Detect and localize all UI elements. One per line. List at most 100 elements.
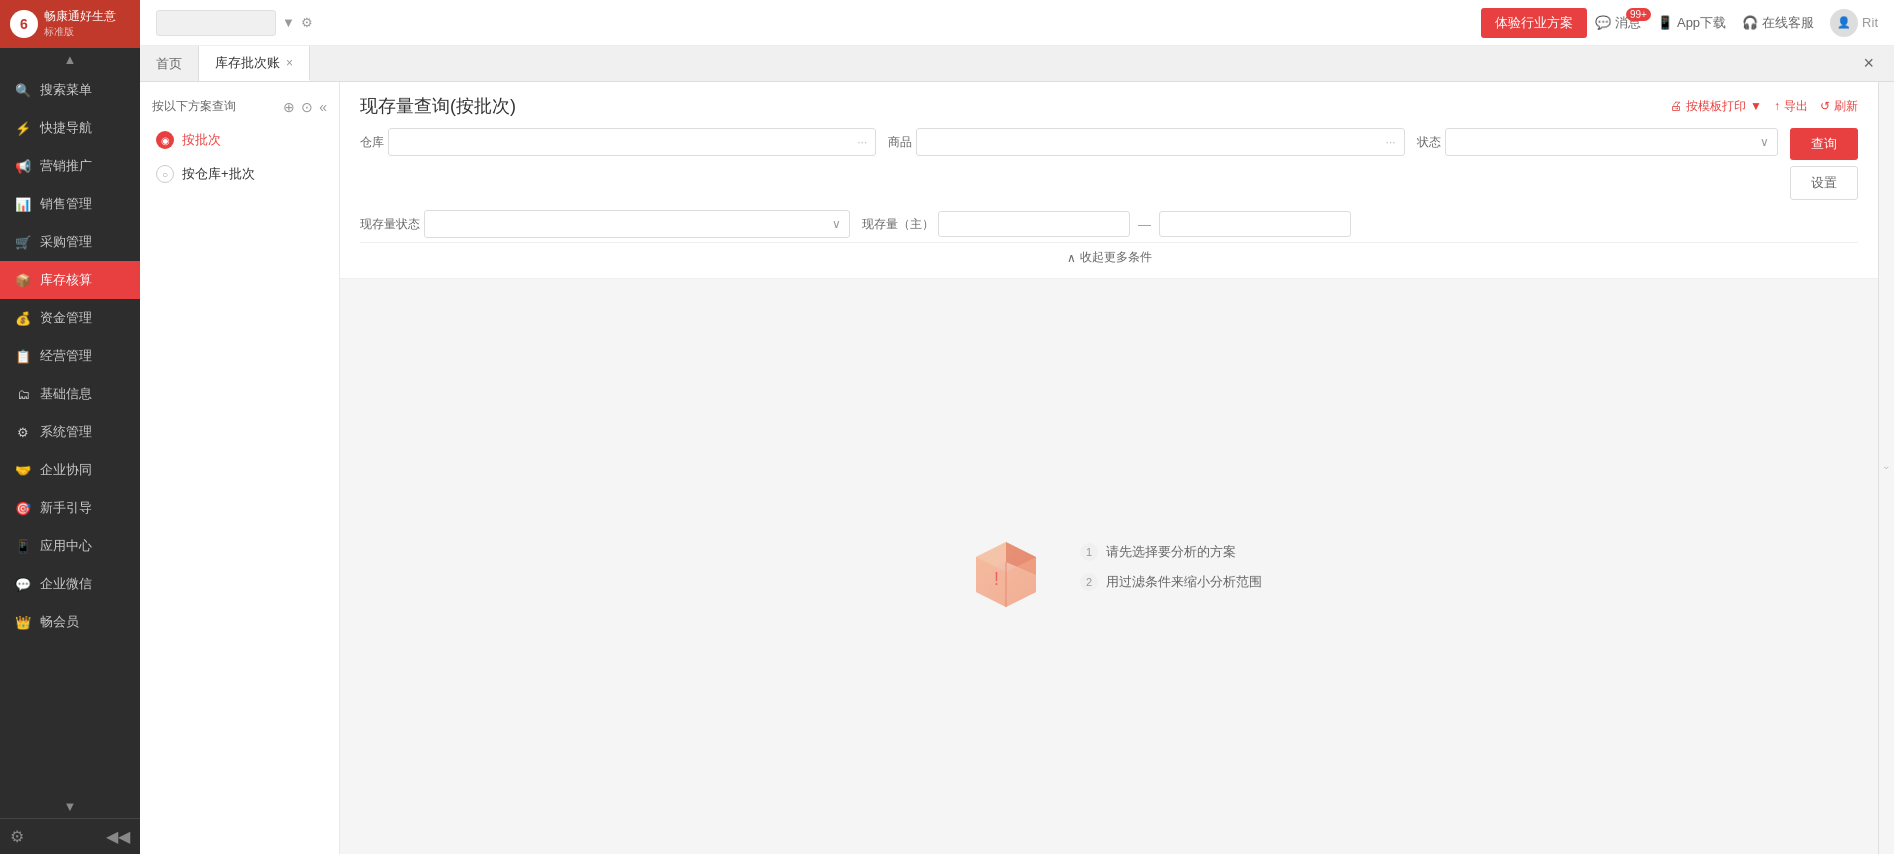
collapse-label: 收起更多条件: [1080, 249, 1152, 266]
status-select[interactable]: ∨: [1445, 128, 1778, 156]
sidebar-item-purchase[interactable]: 🛒 采购管理: [0, 223, 140, 261]
sidebar-item-beginner-guide[interactable]: 🎯 新手引导: [0, 489, 140, 527]
sidebar-item-label: 营销推广: [40, 157, 92, 175]
sidebar-item-enterprise-wechat[interactable]: 💬 企业微信: [0, 565, 140, 603]
refresh-button[interactable]: ↺ 刷新: [1820, 98, 1858, 115]
purchase-icon: 🛒: [14, 233, 32, 251]
warehouse-input[interactable]: ···: [388, 128, 876, 156]
add-filter-button[interactable]: ⊕: [283, 99, 295, 115]
print-button[interactable]: 🖨 按模板打印 ▼: [1670, 98, 1762, 115]
marketing-icon: 📢: [14, 157, 32, 175]
product-input[interactable]: ···: [916, 128, 1404, 156]
sidebar-item-system[interactable]: ⚙ 系统管理: [0, 413, 140, 451]
filter-panel-title: 按以下方案查询: [152, 98, 236, 115]
sidebar-item-marketing[interactable]: 📢 营销推广: [0, 147, 140, 185]
query-header: 现存量查询(按批次) 🖨 按模板打印 ▼ ↑ 导出 ↺: [340, 82, 1878, 279]
filter-panel-header: 按以下方案查询 ⊕ ⊙ «: [140, 92, 339, 123]
sidebar-item-label: 快捷导航: [40, 119, 92, 137]
tab-home[interactable]: 首页: [140, 46, 199, 81]
finance-icon: 💰: [14, 309, 32, 327]
right-panel-toggle[interactable]: ›: [1878, 82, 1894, 854]
settings-icon[interactable]: ⚙: [10, 827, 24, 846]
sidebar-item-app-center[interactable]: 📱 应用中心: [0, 527, 140, 565]
filter-item-by-warehouse-batch[interactable]: ○ 按仓库+批次: [140, 157, 339, 191]
messages-badge: 99+: [1626, 8, 1651, 21]
tab-close-button[interactable]: ×: [286, 56, 293, 70]
query-title-actions: 🖨 按模板打印 ▼ ↑ 导出 ↺ 刷新: [1670, 98, 1858, 115]
sidebar-item-label: 系统管理: [40, 423, 92, 441]
sidebar-item-basic-info[interactable]: 🗂 基础信息: [0, 375, 140, 413]
sidebar-nav: 🔍 搜索菜单 ⚡ 快捷导航 📢 营销推广 📊 销售管理 🛒 采购管理 📦 库存核…: [0, 71, 140, 795]
product-label: 商品: [888, 134, 912, 151]
topbar-actions: 体验行业方案 💬 消息 99+ 📱 App下载 🎧 在线客服 👤 Rit: [1481, 8, 1878, 38]
tab-panel-close-button[interactable]: ×: [1863, 53, 1874, 74]
phone-icon: 📱: [1657, 15, 1673, 30]
query-button[interactable]: 查询: [1790, 128, 1858, 160]
sidebar-item-label: 畅会员: [40, 613, 79, 631]
topbar-search-area: ▼ ⚙: [156, 10, 356, 36]
filter-row-2: 现存量状态 ∨ 现存量（主） —: [360, 210, 1858, 238]
tab-inventory-batch[interactable]: 库存批次账 ×: [199, 46, 310, 81]
refresh-icon: ↺: [1820, 99, 1830, 113]
export-button[interactable]: ↑ 导出: [1774, 98, 1808, 115]
tip-number-1: 1: [1080, 543, 1098, 561]
messages-item[interactable]: 💬 消息 99+: [1595, 14, 1641, 32]
product-dots[interactable]: ···: [1386, 135, 1396, 149]
tab-home-label: 首页: [156, 55, 182, 73]
stock-qty-from-input[interactable]: [938, 211, 1130, 237]
sidebar-item-sales[interactable]: 📊 销售管理: [0, 185, 140, 223]
sidebar-item-label: 库存核算: [40, 271, 92, 289]
settings-button[interactable]: 设置: [1790, 166, 1858, 200]
sidebar-item-finance[interactable]: 💰 资金管理: [0, 299, 140, 337]
sidebar-item-label: 采购管理: [40, 233, 92, 251]
collapse-filter-button[interactable]: «: [319, 99, 327, 115]
quicknav-icon: ⚡: [14, 119, 32, 137]
app-download-item[interactable]: 📱 App下载: [1657, 14, 1726, 32]
sidebar-item-label: 应用中心: [40, 537, 92, 555]
query-title-row: 现存量查询(按批次) 🖨 按模板打印 ▼ ↑ 导出 ↺: [360, 94, 1858, 118]
topbar-icon-group: 💬 消息 99+ 📱 App下载 🎧 在线客服 👤 Rit: [1595, 9, 1878, 37]
sidebar-item-quicknav[interactable]: ⚡ 快捷导航: [0, 109, 140, 147]
online-service-item[interactable]: 🎧 在线客服: [1742, 14, 1814, 32]
product-field: 商品 ···: [888, 128, 1404, 156]
collapse-more-button[interactable]: ∧ 收起更多条件: [360, 242, 1858, 270]
warehouse-dots[interactable]: ···: [857, 135, 867, 149]
refresh-label: 刷新: [1834, 98, 1858, 115]
sidebar-item-label: 销售管理: [40, 195, 92, 213]
stock-status-field: 现存量状态 ∨: [360, 210, 850, 238]
empty-box-svg: !: [956, 517, 1056, 617]
tip-number-2: 2: [1080, 573, 1098, 591]
sidebar-item-enterprise-collab[interactable]: 🤝 企业协同: [0, 451, 140, 489]
settings-icon[interactable]: ⚙: [301, 15, 313, 30]
sidebar-scroll-up[interactable]: ▲: [0, 48, 140, 71]
sidebar-item-member[interactable]: 👑 畅会员: [0, 603, 140, 641]
stock-qty-label: 现存量（主）: [862, 216, 934, 233]
filter-item-by-batch[interactable]: ◉ 按批次: [140, 123, 339, 157]
user-avatar-item[interactable]: 👤 Rit: [1830, 9, 1878, 37]
collapse-icon[interactable]: ◀◀: [106, 827, 130, 846]
stock-status-select[interactable]: ∨: [424, 210, 850, 238]
app-subtitle: 标准版: [44, 25, 116, 39]
trial-button[interactable]: 体验行业方案: [1481, 8, 1587, 38]
empty-state: ! 1 请先选择要分析的方案 2 用过滤条件来缩小分析范围: [340, 279, 1878, 854]
query-area: 现存量查询(按批次) 🖨 按模板打印 ▼ ↑ 导出 ↺: [340, 82, 1878, 854]
sidebar-item-operations[interactable]: 📋 经营管理: [0, 337, 140, 375]
sidebar-item-label: 基础信息: [40, 385, 92, 403]
sidebar-scroll-down[interactable]: ▼: [0, 795, 140, 818]
empty-state-content: ! 1 请先选择要分析的方案 2 用过滤条件来缩小分析范围: [956, 517, 1262, 617]
dropdown-icon[interactable]: ▼: [282, 15, 295, 30]
print-dropdown-icon[interactable]: ▼: [1750, 99, 1762, 113]
right-panel-icon: ›: [1881, 466, 1892, 469]
enterprise-wechat-icon: 💬: [14, 575, 32, 593]
filter-panel-actions: ⊕ ⊙ «: [283, 99, 327, 115]
sidebar-item-search[interactable]: 🔍 搜索菜单: [0, 71, 140, 109]
range-dash: —: [1134, 217, 1155, 232]
stock-qty-to-input[interactable]: [1159, 211, 1351, 237]
sidebar-item-inventory[interactable]: 📦 库存核算: [0, 261, 140, 299]
filter-settings-button[interactable]: ⊙: [301, 99, 313, 115]
online-service-label: 在线客服: [1762, 14, 1814, 32]
tab-bar-wrapper: 首页 库存批次账 × ×: [140, 46, 1894, 81]
status-arrow: ∨: [1760, 135, 1769, 149]
sidebar-item-label: 新手引导: [40, 499, 92, 517]
sidebar-item-label: 企业协同: [40, 461, 92, 479]
